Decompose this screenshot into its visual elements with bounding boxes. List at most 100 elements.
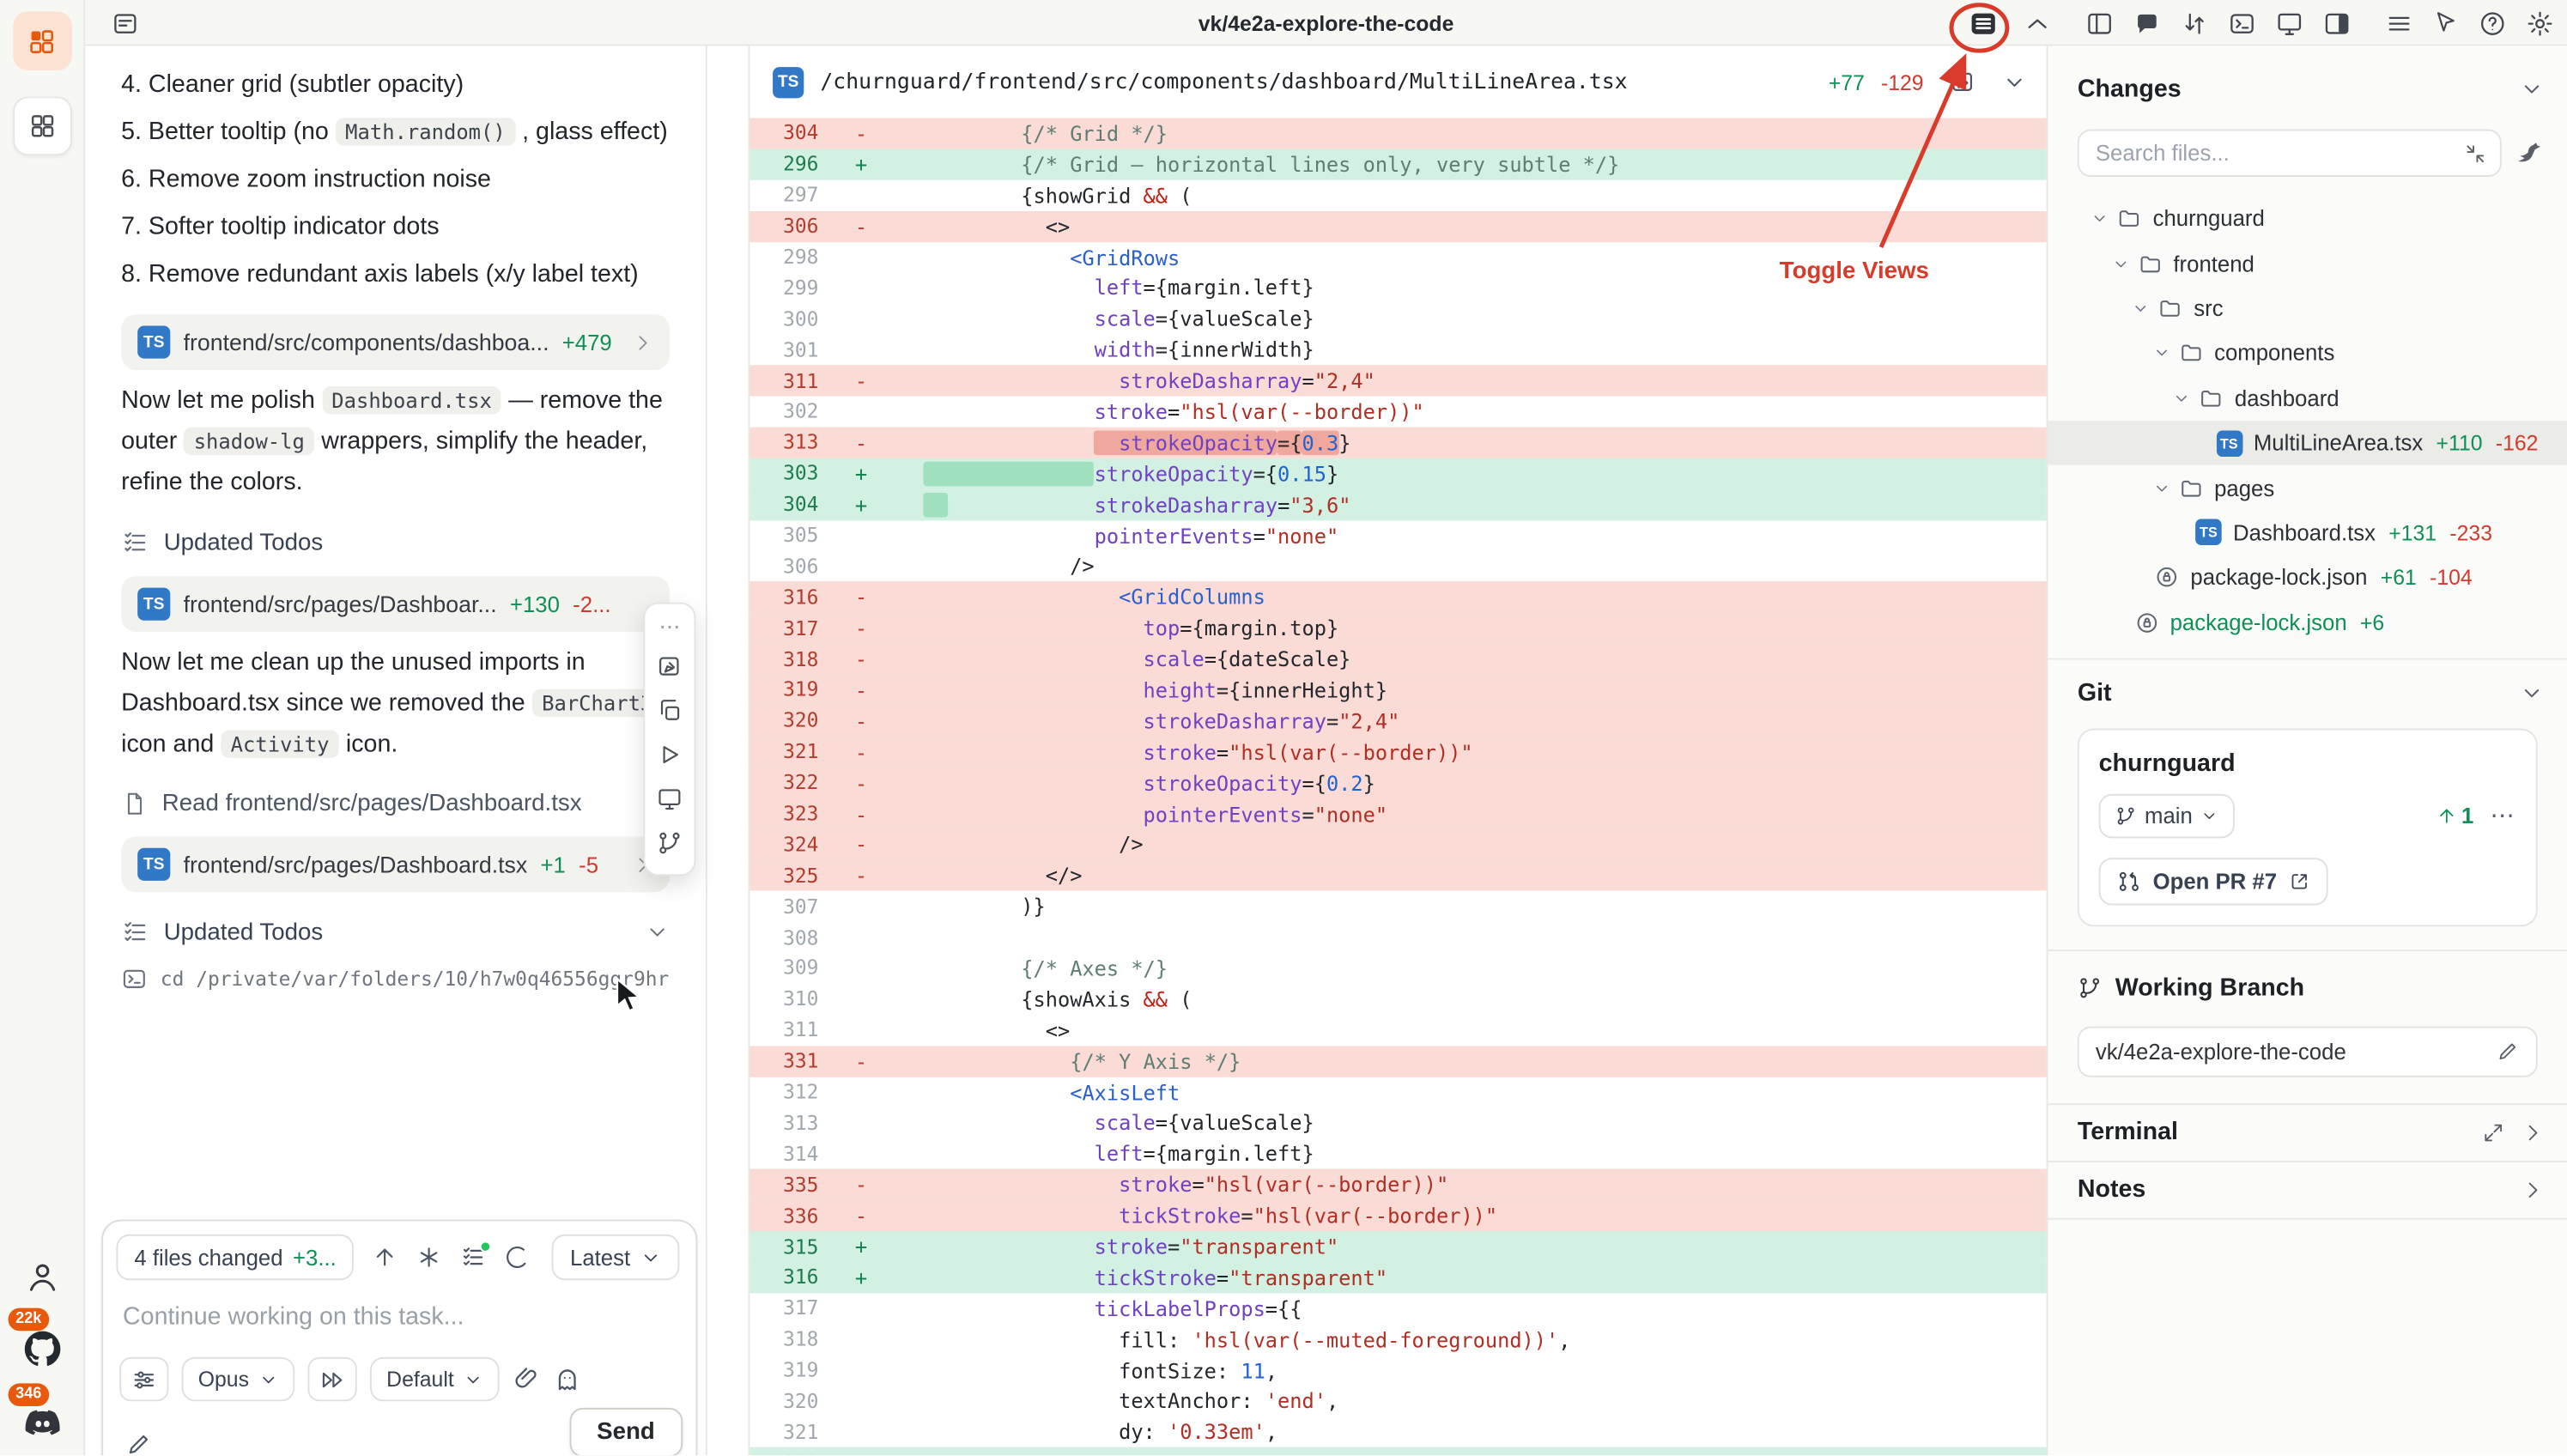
edit-pencil-icon[interactable] [2497,1040,2520,1064]
discord-icon [21,1403,64,1446]
diff-line: 315+ stroke="transparent" [749,1231,2046,1262]
files-changed-label: 4 files changed [134,1245,282,1270]
chevron-down-icon[interactable] [2520,76,2545,101]
discord-button[interactable]: 346 [21,1403,64,1446]
tree-folder-row[interactable]: dashboard [2048,376,2567,421]
updated-todos-row[interactable]: Updated Todos [121,529,670,556]
tree-folder-row[interactable]: frontend [2048,241,2567,286]
fast-forward-icon[interactable] [308,1357,357,1401]
terminal-panel-icon[interactable] [2228,9,2255,36]
toggle-views-icon[interactable] [1968,8,1999,39]
boards-button[interactable] [12,97,71,156]
chat-bubble-icon[interactable] [2133,9,2161,36]
git-compare-icon[interactable] [2181,9,2208,36]
tool-call-row[interactable]: Read frontend/src/pages/Dashboard.tsx [121,791,670,817]
terminal-command-row[interactable]: cd /private/var/folders/10/h7w0q46556ggr… [121,966,670,992]
ts-file-icon: TS [137,848,170,881]
chevron-down-icon [2172,389,2190,407]
diff-line: 320- strokeDasharray="2,4" [749,706,2046,737]
settings-sliders-icon[interactable] [119,1357,168,1401]
diff-line: 322- strokeOpacity={0.2} [749,767,2046,798]
chevron-down-icon[interactable] [2520,682,2545,707]
diff-file-path: /churnguard/frontend/src/components/dash… [820,70,1627,94]
settings-gear-icon[interactable] [2526,9,2553,36]
tree-folder-row[interactable]: components [2048,331,2567,376]
file-chip[interactable]: TSfrontend/src/pages/Dashboard.tsx+1-5 [121,836,670,892]
file-chip[interactable]: TSfrontend/src/pages/Dashboar...+130-2..… [121,576,670,632]
tree-item-name: dashboard [2235,386,2339,411]
compose-icon[interactable] [645,643,694,687]
diff-line: 331- {/* Y Axis */} [749,1046,2046,1077]
expand-icon[interactable] [2482,1121,2505,1144]
help-icon[interactable] [2479,9,2506,36]
tree-folder-row[interactable]: churnguard [2048,197,2567,241]
tree-file-row[interactable]: package-lock.json+6 [2048,600,2567,645]
monitor-icon[interactable] [645,776,694,820]
chevron-right-icon[interactable] [2521,1121,2545,1144]
branch-icon[interactable] [645,820,694,864]
version-dropdown[interactable]: Latest [552,1235,679,1280]
app-logo-button[interactable] [12,11,71,70]
pointer-icon[interactable] [2433,9,2460,36]
diff-line: 320 textAnchor: 'end', [749,1386,2046,1417]
right-panel: Changes Search files... churnguardfronte… [2048,46,2567,1455]
monitor-icon[interactable] [2276,9,2303,36]
chevron-down-icon[interactable] [645,920,670,945]
open-pr-button[interactable]: Open PR #7 [2099,858,2328,905]
account-button[interactable] [24,1259,60,1295]
ts-file-icon: TS [2195,519,2222,546]
tree-file-row[interactable]: TSMultiLineArea.tsx+110-162 [2048,421,2567,465]
todos-icon[interactable] [461,1244,488,1271]
send-button[interactable]: Send [569,1408,683,1455]
menu-icon[interactable] [2385,9,2412,36]
updated-todos-row[interactable]: Updated Todos [121,919,670,946]
diff-line: 302 stroke="hsl(var(--border))" [749,396,2046,427]
run-icon[interactable] [645,731,694,775]
preset-dropdown[interactable]: Default [370,1357,500,1401]
diff-line: 322+ [749,1447,2046,1455]
collapse-all-icon[interactable] [2464,142,2487,165]
diff-line: 319- height={innerHeight} [749,675,2046,706]
more-options-icon[interactable]: ⋯ [2490,801,2516,830]
annotation-label: Toggle Views [1780,258,1929,285]
panel-left-icon[interactable] [2085,9,2113,36]
working-branch-value: vk/4e2a-explore-the-code [2096,1040,2497,1065]
terminal-section[interactable]: Terminal [2048,1105,2567,1162]
chat-text: 4. Cleaner grid (subtler opacity) [121,64,670,105]
working-branch-input[interactable]: vk/4e2a-explore-the-code [2078,1026,2538,1077]
panel-right-icon[interactable] [2323,9,2351,36]
github-icon [21,1327,64,1370]
github-button[interactable]: 22k [21,1327,64,1370]
attach-icon[interactable] [513,1365,540,1392]
files-changed-chip[interactable]: 4 files changed +3... [116,1235,354,1280]
file-chip[interactable]: TSfrontend/src/components/dashboa...+479 [121,314,670,370]
bird-icon[interactable] [2515,138,2544,167]
chevron-right-icon [632,331,653,353]
terminal-icon [121,966,148,992]
branch-dropdown[interactable]: main [2099,794,2236,838]
scroll-up-icon[interactable] [373,1244,399,1271]
tree-folder-row[interactable]: pages [2048,465,2567,510]
tree-item-name: churnguard [2153,207,2265,232]
inline-edit-icon[interactable] [1950,69,1976,95]
search-files-input[interactable]: Search files... [2078,130,2502,177]
draw-icon[interactable] [126,1431,153,1456]
model-label: Opus [198,1367,249,1392]
inline-code: Dashboard.tsx [322,386,501,414]
diff-line: 307 )} [749,891,2046,922]
tree-folder-row[interactable]: src [2048,286,2567,331]
copy-icon[interactable] [645,688,694,731]
asterisk-icon[interactable] [416,1244,443,1271]
tree-item-name: components [2214,341,2334,366]
message-input[interactable]: Continue working on this task... [103,1280,695,1331]
model-dropdown[interactable]: Opus [182,1357,295,1401]
drag-handle-icon[interactable]: ⋯ [645,610,694,643]
tree-file-row[interactable]: package-lock.json+61-104 [2048,555,2567,600]
chevron-right-icon[interactable] [2521,1179,2545,1202]
ghost-icon[interactable] [554,1365,581,1392]
tree-item-name: MultiLineArea.tsx [2254,431,2423,456]
notes-section[interactable]: Notes [2048,1162,2567,1220]
tree-file-row[interactable]: TSDashboard.tsx+131-233 [2048,510,2567,555]
chevron-down-icon[interactable] [2002,70,2027,94]
collapse-up-icon[interactable] [2024,9,2051,36]
